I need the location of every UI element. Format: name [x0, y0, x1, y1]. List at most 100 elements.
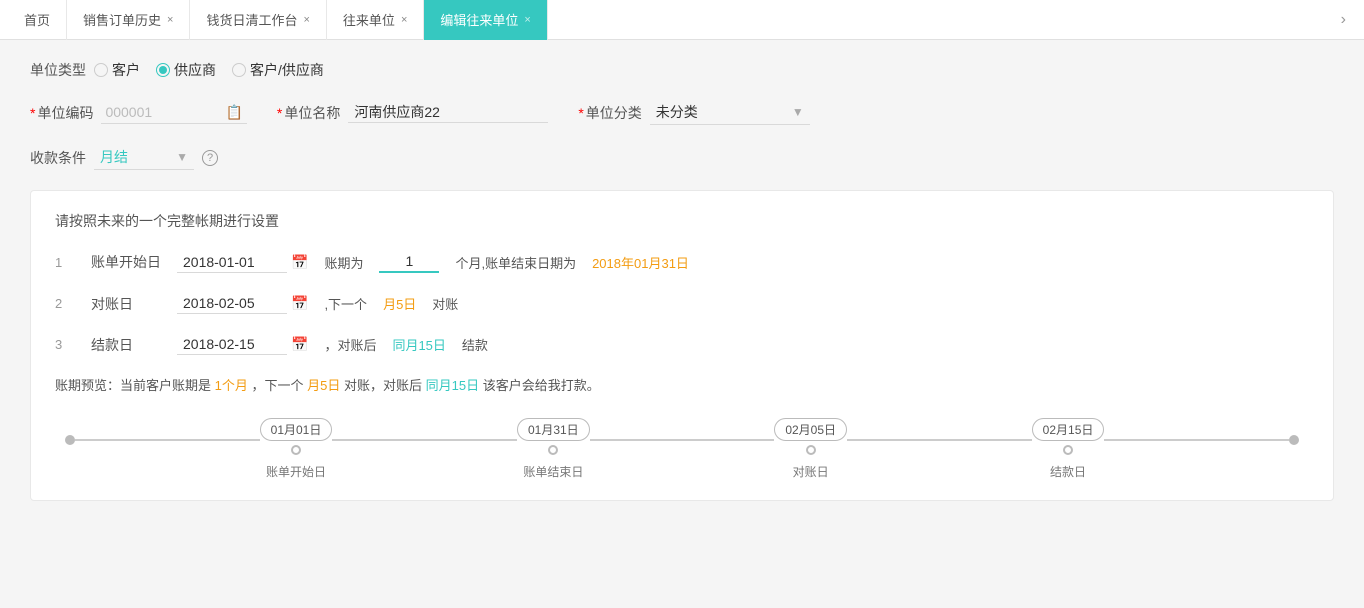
billing-row-2: 2 对账日 📅 ,下一个 月5日 对账 [55, 293, 1309, 314]
unit-classify-select[interactable]: 未分类 ▼ [650, 100, 810, 125]
radio-both[interactable]: 客户/供应商 [232, 60, 324, 80]
required-star-name: * [277, 105, 282, 121]
unit-name-field: *单位名称 [277, 102, 548, 123]
tl-dot-3 [806, 445, 816, 455]
radio-circle-customer [94, 63, 108, 77]
period-input[interactable] [379, 251, 439, 273]
timeline-label-1: 账单开始日 [266, 463, 326, 480]
tab-close-edit-units[interactable]: × [524, 14, 530, 26]
reconcile-date-input[interactable] [177, 293, 287, 314]
tab-sales-order[interactable]: 销售订单历史 × [67, 0, 190, 40]
timeline-start-dot [65, 435, 75, 445]
main-content: 单位类型 客户 供应商 客户/供应商 *单位编码 [0, 40, 1364, 608]
billing-row-1: 1 账单开始日 📅 账期为 个月,账单结束日期为 2018年01月31日 [55, 251, 1309, 273]
unit-name-input[interactable] [348, 102, 548, 123]
preview-p3: 同月15日 [426, 378, 479, 393]
timeline-end-dot [1289, 435, 1299, 445]
payment-value: 月结 [100, 147, 170, 167]
tab-units[interactable]: 往来单位 × [327, 0, 424, 40]
start-date-icon[interactable]: 📅 [291, 254, 308, 271]
timeline-label-2: 账单结束日 [523, 463, 583, 480]
radio-customer[interactable]: 客户 [94, 60, 140, 80]
unit-code-field: *单位编码 📋 [30, 102, 247, 124]
tab-more-button[interactable]: › [1331, 11, 1356, 29]
unit-type-radio-group: 客户 供应商 客户/供应商 [94, 60, 324, 80]
reconcile-highlight: 月5日 [383, 294, 416, 313]
billing-row-3: 3 结款日 📅 ，对账后 同月15日 结款 [55, 334, 1309, 355]
timeline-label-4: 结款日 [1050, 463, 1086, 480]
unit-code-icon[interactable]: 📋 [225, 104, 242, 121]
period-label-before: 账期为 [324, 253, 363, 272]
timeline-line-4 [847, 439, 1032, 441]
radio-circle-supplier [156, 63, 170, 77]
timeline-badge-3: 02月05日 [774, 418, 847, 441]
payment-field: 收款条件 月结 ▼ ? [30, 145, 218, 170]
payment-select[interactable]: 月结 ▼ [94, 145, 194, 170]
row-num-3: 3 [55, 337, 75, 352]
timeline-label-3: 对账日 [793, 463, 829, 480]
unit-type-label: 单位类型 [30, 60, 86, 80]
unit-code-input[interactable] [105, 104, 225, 120]
payment-highlight: 同月15日 [392, 335, 445, 354]
billing-card: 请按照未来的一个完整帐期进行设置 1 账单开始日 📅 账期为 个月,账单结束日期… [30, 190, 1334, 501]
payment-label: 收款条件 [30, 148, 86, 168]
payment-desc-after: 结款 [462, 335, 488, 354]
tl-dot-1 [291, 445, 301, 455]
timeline-line-1 [75, 439, 260, 441]
payment-desc-before: ，对账后 [324, 335, 376, 354]
preview-text: 账期预览：当前客户账期是 1个月 ，下一个 月5日 对账，对账后 同月15日 该… [55, 375, 1309, 394]
tl-dot-2 [548, 445, 558, 455]
radio-circle-both [232, 63, 246, 77]
required-star-classify: * [578, 105, 583, 121]
reconcile-desc-after: 对账 [432, 294, 458, 313]
timeline-badge-4: 02月15日 [1032, 418, 1105, 441]
unit-info-row: *单位编码 📋 *单位名称 *单位分类 未分类 ▼ [30, 100, 1334, 125]
unit-code-input-wrapper: 📋 [101, 102, 246, 124]
tl-dot-4 [1063, 445, 1073, 455]
radio-supplier[interactable]: 供应商 [156, 60, 216, 80]
unit-classify-field: *单位分类 未分类 ▼ [578, 100, 809, 125]
tab-close-sales-order[interactable]: × [167, 14, 173, 26]
tab-edit-units[interactable]: 编辑往来单位 × [424, 0, 547, 40]
timeline-badge-1: 01月01日 [260, 418, 333, 441]
tab-close-units[interactable]: × [401, 14, 407, 26]
timeline-node-2: 01月31日 账单结束日 [517, 418, 590, 480]
payment-dropdown-icon: ▼ [176, 150, 188, 164]
row-type-1: 账单开始日 [91, 252, 161, 272]
timeline-node-3: 02月05日 对账日 [774, 418, 847, 480]
timeline-node-1: 01月01日 账单开始日 [260, 418, 333, 480]
classify-dropdown-icon: ▼ [792, 105, 804, 119]
timeline-line-2 [332, 439, 517, 441]
row-type-3: 结款日 [91, 335, 161, 355]
reconcile-desc-before: ,下一个 [324, 294, 367, 313]
payment-row: 收款条件 月结 ▼ ? [30, 145, 1334, 170]
row-type-2: 对账日 [91, 294, 161, 314]
card-title: 请按照未来的一个完整帐期进行设置 [55, 211, 1309, 231]
unit-classify-value: 未分类 [656, 102, 786, 122]
unit-classify-label: *单位分类 [578, 103, 641, 123]
timeline-badge-2: 01月31日 [517, 418, 590, 441]
payment-date-icon[interactable]: 📅 [291, 336, 308, 353]
tab-close-cash-work[interactable]: × [303, 14, 309, 26]
reconcile-date-icon[interactable]: 📅 [291, 295, 308, 312]
required-star-code: * [30, 105, 35, 121]
preview-p1: 1个月 [215, 378, 248, 393]
unit-name-label: *单位名称 [277, 103, 340, 123]
tab-home[interactable]: 首页 [8, 0, 67, 40]
payment-date-input[interactable] [177, 334, 287, 355]
unit-type-field: 单位类型 客户 供应商 客户/供应商 [30, 60, 324, 80]
payment-help-icon[interactable]: ? [202, 150, 218, 166]
row-date-2: 📅 [177, 293, 308, 314]
tab-cash-work[interactable]: 钱货日清工作台 × [190, 0, 326, 40]
period-end-date: 2018年01月31日 [592, 253, 689, 272]
timeline-line-5 [1104, 439, 1289, 441]
unit-type-row: 单位类型 客户 供应商 客户/供应商 [30, 60, 1334, 80]
tabs-bar: 首页 销售订单历史 × 钱货日清工作台 × 往来单位 × 编辑往来单位 × › [0, 0, 1364, 40]
preview-p2: 月5日 [307, 378, 340, 393]
start-date-input[interactable] [177, 252, 287, 273]
row-num-2: 2 [55, 296, 75, 311]
row-date-1: 📅 [177, 252, 308, 273]
unit-code-label: *单位编码 [30, 103, 93, 123]
period-label-after: 个月,账单结束日期为 [455, 253, 576, 272]
timeline: 01月01日 账单开始日 01月31日 账单结束日 02月05日 对账日 [55, 418, 1309, 480]
